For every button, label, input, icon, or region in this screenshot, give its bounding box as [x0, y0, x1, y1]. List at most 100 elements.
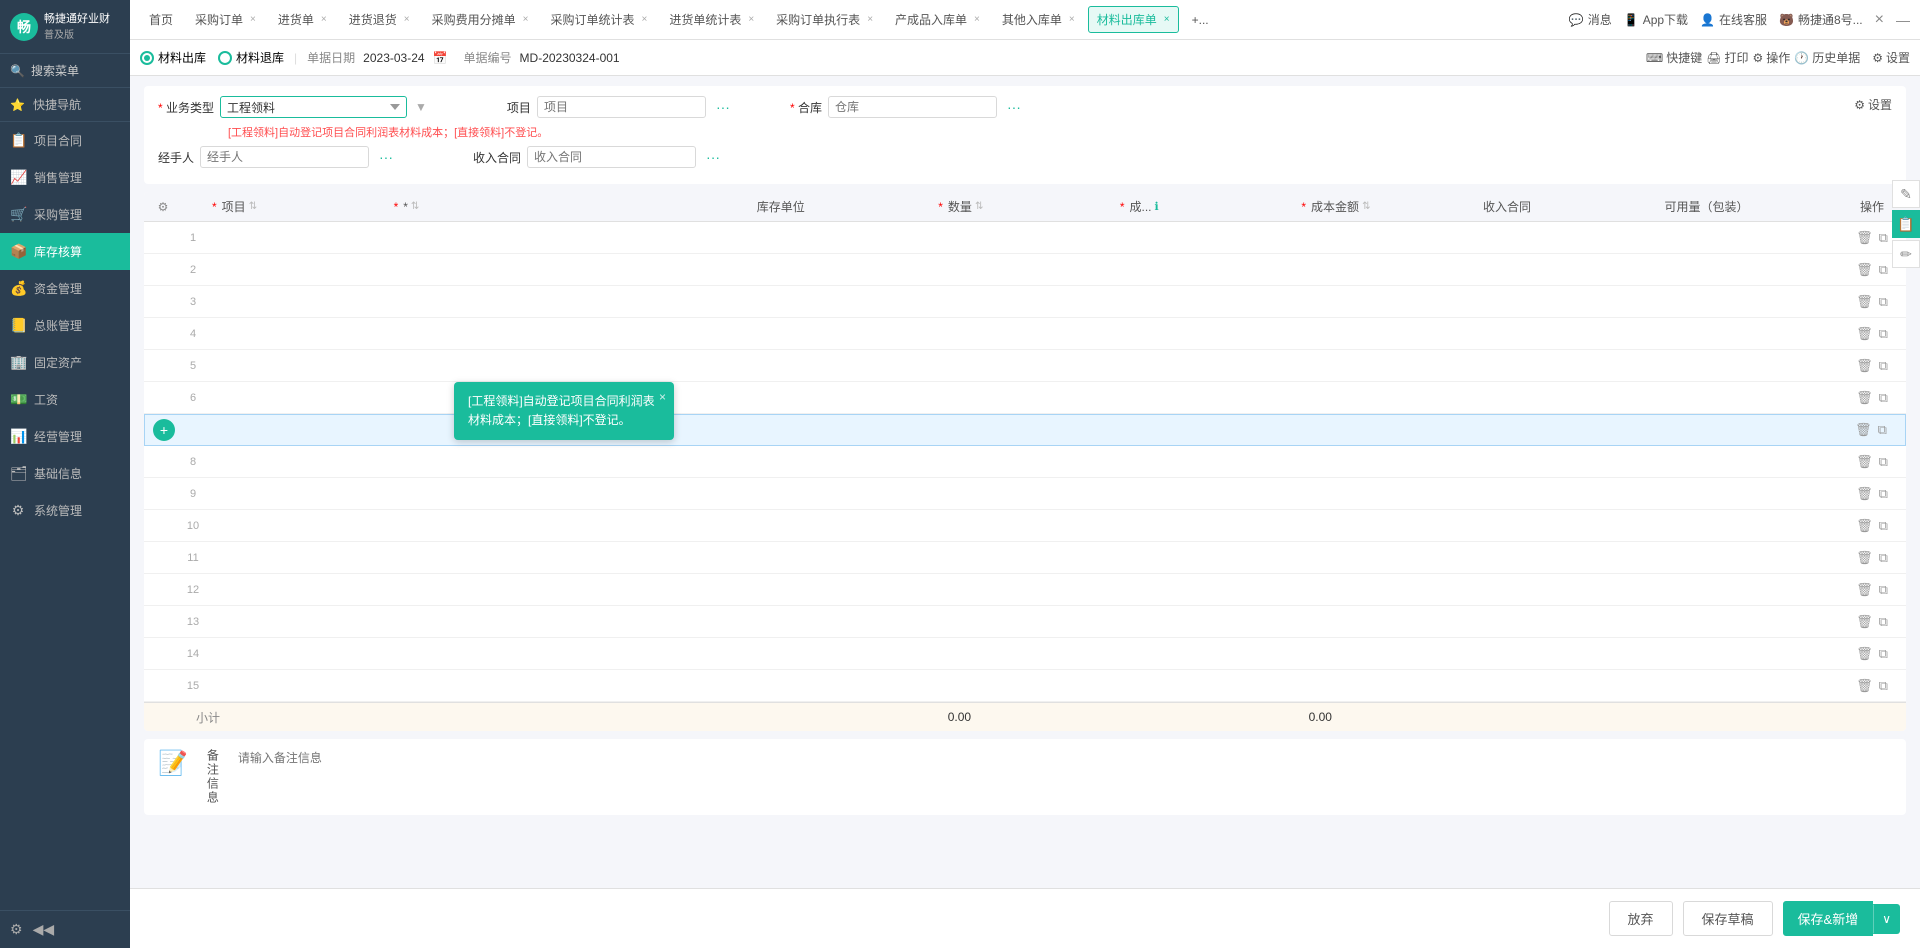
td-cost-amount[interactable] — [1297, 299, 1479, 305]
td-material[interactable] — [390, 363, 572, 369]
app-download-btn[interactable]: 📱 App下载 — [1624, 11, 1688, 28]
tab-close-icon[interactable]: × — [250, 14, 256, 25]
message-btn[interactable]: 💬 消息 — [1569, 11, 1612, 28]
th-settings-icon[interactable]: ⚙ — [148, 194, 178, 220]
copy-row-icon[interactable]: ⧉ — [1879, 262, 1888, 278]
td-spec[interactable] — [571, 363, 753, 369]
td-unit[interactable] — [753, 235, 935, 241]
td-available-input[interactable] — [1660, 427, 1841, 433]
business-type-chevron[interactable]: ▼ — [415, 100, 427, 114]
delete-row-icon[interactable]: 🗑 — [1855, 422, 1872, 438]
td-project[interactable] — [208, 459, 390, 465]
shortcut-btn[interactable]: ⌨ 快捷键 — [1646, 49, 1702, 66]
warehouse-input[interactable] — [828, 96, 997, 118]
tab-close-icon[interactable]: × — [321, 14, 327, 25]
history-btn[interactable]: 🕐 历史单据 — [1794, 49, 1860, 66]
td-quantity[interactable] — [934, 459, 1116, 465]
copy-row-icon[interactable]: ⧉ — [1879, 358, 1888, 374]
discard-button[interactable]: 放弃 — [1609, 901, 1673, 936]
td-quantity[interactable] — [934, 395, 1116, 401]
td-unit[interactable] — [753, 459, 935, 465]
delete-row-icon[interactable]: 🗑 — [1856, 358, 1873, 374]
td-quantity[interactable] — [934, 235, 1116, 241]
td-quantity[interactable] — [934, 267, 1116, 273]
td-cost-amount[interactable] — [1297, 395, 1479, 401]
radio-material-return[interactable]: 材料退库 — [218, 49, 284, 66]
td-available[interactable] — [1661, 267, 1843, 273]
topbar-minimize-btn[interactable]: — — [1896, 12, 1910, 28]
td-cost-amount[interactable] — [1297, 267, 1479, 273]
tab-close-icon[interactable]: × — [404, 14, 410, 25]
sort-cost-icon[interactable]: ⇅ — [1362, 201, 1370, 212]
td-unit[interactable] — [753, 363, 935, 369]
td-material[interactable] — [390, 459, 572, 465]
td-project[interactable] — [208, 267, 390, 273]
td-spec[interactable] — [571, 331, 753, 337]
td-quantity-input[interactable] — [934, 427, 1115, 433]
td-cost-price[interactable] — [1116, 459, 1298, 465]
td-available[interactable] — [1661, 235, 1843, 241]
tab-home[interactable]: 首页 — [140, 6, 182, 33]
tab-close-icon[interactable]: × — [1069, 14, 1075, 25]
td-cost-amount-input[interactable] — [1297, 427, 1478, 433]
td-cost-amount[interactable] — [1297, 331, 1479, 337]
tab-other-in[interactable]: 其他入库单 × — [993, 6, 1084, 33]
tooltip-close-btn[interactable]: × — [659, 388, 666, 407]
td-material[interactable] — [390, 331, 572, 337]
tab-more[interactable]: +... — [1183, 8, 1218, 32]
tab-goods-stat[interactable]: 进货单统计表 × — [660, 6, 763, 33]
td-quantity[interactable] — [934, 331, 1116, 337]
copy-row-icon[interactable]: ⧉ — [1879, 326, 1888, 342]
td-material[interactable] — [390, 235, 572, 241]
td-available[interactable] — [1661, 363, 1843, 369]
delete-row-icon[interactable]: 🗑 — [1856, 294, 1873, 310]
warehouse-more-icon[interactable]: ··· — [1007, 99, 1021, 115]
td-project-input[interactable] — [209, 420, 390, 440]
save-new-button[interactable]: 保存&新增 — [1783, 901, 1874, 936]
tab-material-out[interactable]: 材料出库单 × — [1088, 6, 1179, 33]
td-available[interactable] — [1661, 331, 1843, 337]
sidebar-item-sales[interactable]: 📈 销售管理 — [0, 159, 130, 196]
td-cost-amount[interactable] — [1297, 363, 1479, 369]
notes-textarea[interactable] — [238, 749, 1892, 789]
td-cost-amount[interactable] — [1297, 459, 1479, 465]
sidebar-item-system[interactable]: ⚙ 系统管理 — [0, 492, 130, 529]
tab-purchase-expense[interactable]: 采购费用分摊单 × — [423, 6, 538, 33]
td-cost-price[interactable] — [1116, 299, 1298, 305]
sidebar-item-salary[interactable]: 💵 工资 — [0, 381, 130, 418]
copy-row-icon[interactable]: ⧉ — [1879, 390, 1888, 406]
td-spec[interactable] — [571, 299, 753, 305]
td-material[interactable] — [390, 299, 572, 305]
td-unit[interactable] — [753, 299, 935, 305]
td-project[interactable] — [208, 299, 390, 305]
save-new-arrow-button[interactable]: ∨ — [1873, 904, 1900, 934]
project-more-icon[interactable]: ··· — [716, 99, 730, 115]
tab-close-icon[interactable]: × — [748, 14, 754, 25]
delete-row-icon[interactable]: 🗑 — [1856, 390, 1873, 406]
income-contract-more-icon[interactable]: ··· — [706, 149, 720, 165]
td-cost-price[interactable] — [1116, 363, 1298, 369]
tab-close-icon[interactable]: × — [523, 14, 529, 25]
handler-more-icon[interactable]: ··· — [379, 149, 393, 165]
sort-material-icon[interactable]: ⇅ — [411, 201, 419, 212]
delete-row-icon[interactable]: 🗑 — [1856, 326, 1873, 342]
add-row-button[interactable]: + — [153, 419, 175, 441]
handler-input[interactable] — [200, 146, 369, 168]
delete-row-icon[interactable]: 🗑 — [1856, 454, 1873, 470]
td-cost-price[interactable] — [1116, 235, 1298, 241]
td-unit[interactable] — [753, 331, 935, 337]
panel-icon-1[interactable]: ✎ — [1892, 180, 1920, 208]
tab-goods-return[interactable]: 进货退货 × — [340, 6, 419, 33]
tab-close-icon[interactable]: × — [867, 14, 873, 25]
td-spec[interactable] — [571, 267, 753, 273]
radio-material-out[interactable]: 材料出库 — [140, 49, 206, 66]
sidebar-item-project[interactable]: 📋 项目合同 — [0, 122, 130, 159]
tab-close-icon[interactable]: × — [974, 14, 980, 25]
td-project[interactable] — [208, 363, 390, 369]
settings-btn[interactable]: ⚙ 设置 — [1872, 49, 1910, 66]
user-avatar[interactable]: 🐻 畅捷通8号... — [1779, 11, 1863, 28]
sidebar-item-ledger[interactable]: 📒 总账管理 — [0, 307, 130, 344]
td-cost-price[interactable] — [1116, 331, 1298, 337]
td-cost-price-input[interactable] — [1116, 427, 1297, 433]
tab-close-icon[interactable]: × — [641, 14, 647, 25]
